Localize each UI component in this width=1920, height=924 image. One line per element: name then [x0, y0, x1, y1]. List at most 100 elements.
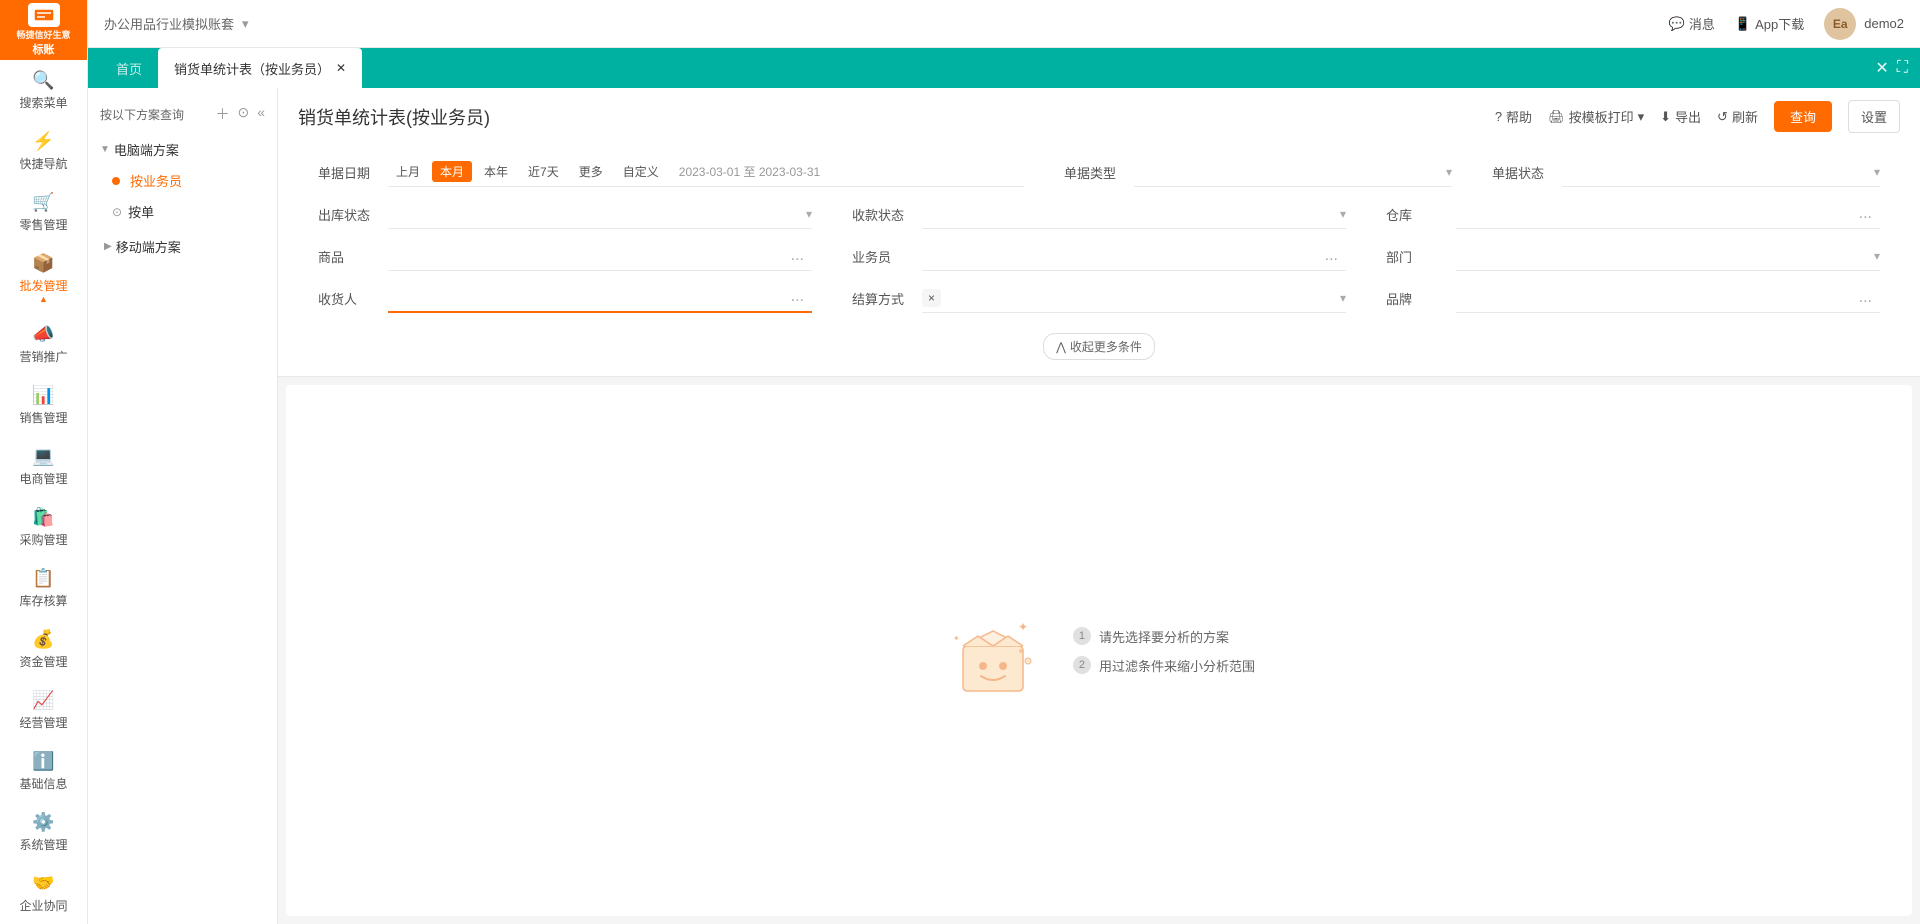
tab-sales-stat[interactable]: 销货单统计表（按业务员） ✕ — [158, 48, 362, 88]
salesperson-dots[interactable]: ... — [1325, 247, 1338, 265]
right-panel: 销货单统计表(按业务员) ? 帮助 🖨 按模板打印 ▾ ⬇ — [278, 88, 1920, 924]
date-last-month[interactable]: 上月 — [388, 161, 428, 182]
tab-close-all-icon[interactable]: ✕ — [1875, 58, 1888, 78]
settlement-dropdown-icon[interactable]: ▾ — [1340, 291, 1346, 305]
svg-text:✦: ✦ — [953, 634, 960, 643]
sidebar-item-system[interactable]: ⚙️ 系统管理 — [0, 802, 88, 863]
collapse-bar: ⋀ 收起更多条件 — [318, 325, 1880, 364]
sidebar-item-sales[interactable]: 📊 销售管理 — [0, 375, 88, 436]
settings-button[interactable]: 设置 — [1848, 100, 1900, 133]
empty-tip-2: 2 用过滤条件来缩小分析范围 — [1073, 656, 1255, 675]
mobile-scheme-toggle[interactable]: ▶ 移动端方案 — [88, 231, 277, 262]
top-header: 办公用品行业模拟账套 ▾ 💬 消息 📱 App下载 Ea demo2 — [88, 0, 1920, 48]
empty-state-content: ✦ ✦ 1 请先选择要分析的方案 2 — [943, 601, 1255, 701]
sidebar-item-ecommerce[interactable]: 💻 电商管理 — [0, 436, 88, 497]
collapse-up-icon: ⋀ — [1056, 340, 1066, 354]
tab-expand-icon[interactable]: ⛶ — [1897, 59, 1908, 77]
sidebar-item-inventory[interactable]: 📋 库存核算 — [0, 558, 88, 619]
scheme-by-order[interactable]: ⊙ 按单 — [88, 196, 277, 227]
sidebar-item-purchase[interactable]: 🛍️ 采购管理 — [0, 497, 88, 558]
header-actions: 💬 消息 📱 App下载 Ea demo2 — [1669, 8, 1904, 40]
goods-control[interactable]: ... — [388, 241, 812, 271]
sidebar-item-label: 企业协同 — [19, 897, 67, 914]
outbound-control[interactable]: ▾ — [388, 199, 812, 229]
settlement-control[interactable]: × ▾ — [922, 283, 1346, 313]
doc-type-control[interactable]: ▾ — [1134, 157, 1452, 187]
sidebar-item-marketing[interactable]: 📣 营销推广 — [0, 314, 88, 375]
desktop-scheme-toggle[interactable]: ▼ 电脑端方案 — [88, 134, 277, 165]
message-button[interactable]: 💬 消息 — [1669, 14, 1715, 33]
dept-dropdown-icon[interactable]: ▾ — [1874, 249, 1880, 263]
consignee-label: 收货人 — [318, 289, 388, 308]
scheme-by-salesperson[interactable]: 按业务员 — [88, 165, 277, 196]
breadcrumb: 办公用品行业模拟账套 ▾ — [104, 14, 249, 33]
filter-row-4: 收货人 ... 结算方式 × ▾ — [318, 283, 1880, 313]
consignee-dots[interactable]: ... — [791, 288, 804, 306]
warehouse-control[interactable]: ... — [1456, 199, 1880, 229]
salesperson-control[interactable]: ... — [922, 241, 1346, 271]
sidebar-item-basic[interactable]: ℹ️ 基础信息 — [0, 741, 88, 802]
payment-control[interactable]: ▾ — [922, 199, 1346, 229]
doc-type-dropdown-icon[interactable]: ▾ — [1446, 165, 1452, 179]
empty-state: ✦ ✦ 1 请先选择要分析的方案 2 — [286, 385, 1912, 916]
tip-text-2: 用过滤条件来缩小分析范围 — [1099, 656, 1255, 675]
app-download-button[interactable]: 📱 App下载 — [1735, 14, 1804, 33]
chevron-down-icon: ▾ — [242, 16, 249, 32]
collapse-panel-button[interactable]: « — [257, 104, 265, 124]
sort-scheme-button[interactable]: ⊙ — [237, 104, 249, 124]
purchase-icon: 🛍️ — [32, 507, 54, 528]
query-button[interactable]: 查询 — [1774, 101, 1832, 132]
export-button[interactable]: ⬇ 导出 — [1660, 107, 1701, 126]
doc-status-dropdown-icon[interactable]: ▾ — [1874, 165, 1880, 179]
refresh-label: 刷新 — [1732, 107, 1758, 126]
scheme-by-order-label: 按单 — [128, 202, 154, 221]
settlement-label: 结算方式 — [852, 289, 922, 308]
sidebar-item-quick-nav[interactable]: ⚡ 快捷导航 — [0, 121, 88, 182]
date-this-year[interactable]: 本年 — [476, 161, 516, 182]
dept-control[interactable]: ▾ — [1456, 241, 1880, 271]
quick-nav-icon: ⚡ — [32, 131, 54, 152]
empty-tips: 1 请先选择要分析的方案 2 用过滤条件来缩小分析范围 — [1073, 627, 1255, 675]
brand-control[interactable]: ... — [1456, 283, 1880, 313]
goods-label: 商品 — [318, 247, 388, 266]
page-title: 销货单统计表(按业务员) — [298, 104, 490, 130]
export-icon: ⬇ — [1660, 109, 1671, 125]
date-custom[interactable]: 自定义 — [615, 161, 667, 182]
sidebar-item-finance[interactable]: 💰 资金管理 — [0, 619, 88, 680]
scheme-by-salesperson-label: 按业务员 — [130, 171, 182, 190]
doc-status-control[interactable]: ▾ — [1562, 157, 1880, 187]
dept-label: 部门 — [1386, 247, 1456, 266]
sidebar-item-label: 快捷导航 — [19, 155, 67, 172]
warehouse-dots[interactable]: ... — [1859, 205, 1872, 223]
help-button[interactable]: ? 帮助 — [1495, 107, 1532, 126]
print-button[interactable]: 🖨 按模板打印 ▾ — [1548, 107, 1644, 126]
settlement-tag-close[interactable]: × — [928, 291, 935, 305]
brand-dots[interactable]: ... — [1859, 289, 1872, 307]
main-area: 办公用品行业模拟账套 ▾ 💬 消息 📱 App下载 Ea demo2 首页 — [88, 0, 1920, 924]
export-label: 导出 — [1675, 107, 1701, 126]
date-this-month[interactable]: 本月 — [432, 161, 472, 182]
refresh-button[interactable]: ↺ 刷新 — [1717, 107, 1758, 126]
date-more[interactable]: 更多 — [571, 161, 611, 182]
add-scheme-button[interactable]: ＋ — [215, 104, 229, 124]
tab-close-icon[interactable]: ✕ — [336, 61, 346, 75]
outbound-dropdown-icon[interactable]: ▾ — [806, 207, 812, 221]
user-menu[interactable]: Ea demo2 — [1824, 8, 1904, 40]
payment-label: 收款状态 — [852, 205, 922, 224]
print-icon: 🖨 — [1548, 109, 1565, 125]
sidebar-item-enterprise[interactable]: 🤝 企业协同 — [0, 863, 88, 924]
sidebar-item-retail[interactable]: 🛒 零售管理 — [0, 182, 88, 243]
date-last-7-days[interactable]: 近7天 — [520, 161, 567, 182]
sidebar-item-search-menu[interactable]: 🔍 搜索菜单 — [0, 60, 88, 121]
goods-dots[interactable]: ... — [791, 247, 804, 265]
consignee-control[interactable]: ... — [388, 283, 812, 313]
sidebar-item-wholesale[interactable]: 📦 批发管理 ▲ — [0, 243, 88, 314]
active-indicator — [112, 177, 120, 185]
filter-area: 单据日期 上月 本月 本年 近7天 更多 自定义 2023-03-01 至 20… — [298, 145, 1900, 376]
collapse-filters-button[interactable]: ⋀ 收起更多条件 — [1043, 333, 1155, 360]
payment-dropdown-icon[interactable]: ▾ — [1340, 207, 1346, 221]
tab-home[interactable]: 首页 — [100, 48, 158, 88]
mobile-scheme-label: 移动端方案 — [116, 237, 181, 256]
avatar: Ea — [1824, 8, 1856, 40]
sidebar-item-operations[interactable]: 📈 经营管理 — [0, 680, 88, 741]
